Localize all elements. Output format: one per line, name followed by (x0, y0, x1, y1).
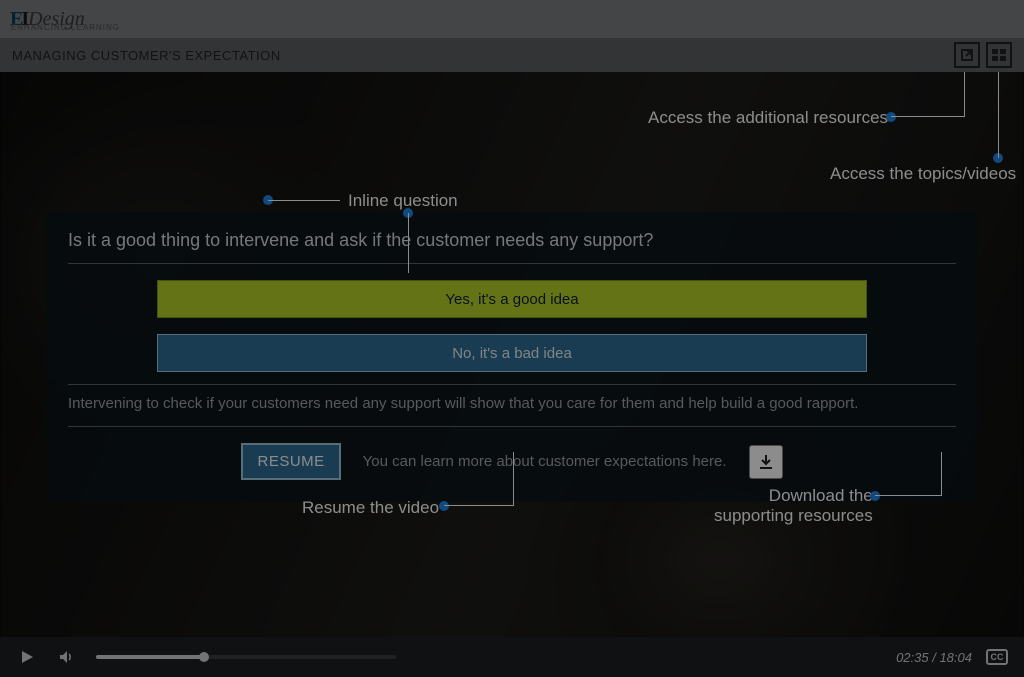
play-button[interactable] (16, 646, 38, 668)
leader (513, 452, 514, 506)
leader (998, 72, 999, 158)
progress-fill (96, 655, 204, 659)
leader (268, 200, 340, 201)
leader (891, 116, 965, 117)
answer-no[interactable]: No, it's a bad idea (157, 334, 867, 372)
time-total: 18:04 (939, 650, 972, 665)
feedback-text: Intervening to check if your customers n… (68, 384, 956, 427)
time-elapsed: 02:35 (896, 650, 929, 665)
learn-more-text: You can learn more about customer expect… (363, 453, 727, 470)
player-bar: 02:35 / 18:04 CC (0, 637, 1024, 677)
volume-icon (59, 650, 75, 664)
leader (444, 505, 514, 506)
leader (941, 452, 942, 496)
volume-button[interactable] (56, 646, 78, 668)
download-icon (757, 453, 775, 471)
progress-knob[interactable] (199, 652, 209, 662)
leader (875, 495, 942, 496)
question-panel: Is it a good thing to intervene and ask … (46, 212, 978, 502)
dot (439, 501, 449, 511)
leader (408, 213, 409, 273)
cc-button[interactable]: CC (986, 649, 1008, 665)
dot (870, 491, 880, 501)
answer-yes[interactable]: Yes, it's a good idea (157, 280, 867, 318)
question-text: Is it a good thing to intervene and ask … (68, 230, 956, 264)
leader (964, 72, 965, 117)
download-button[interactable] (749, 445, 783, 479)
progress-track[interactable] (96, 655, 396, 659)
time-display: 02:35 / 18:04 (896, 650, 972, 665)
dot (886, 112, 896, 122)
resume-button[interactable]: RESUME (241, 443, 340, 480)
play-icon (20, 650, 34, 664)
